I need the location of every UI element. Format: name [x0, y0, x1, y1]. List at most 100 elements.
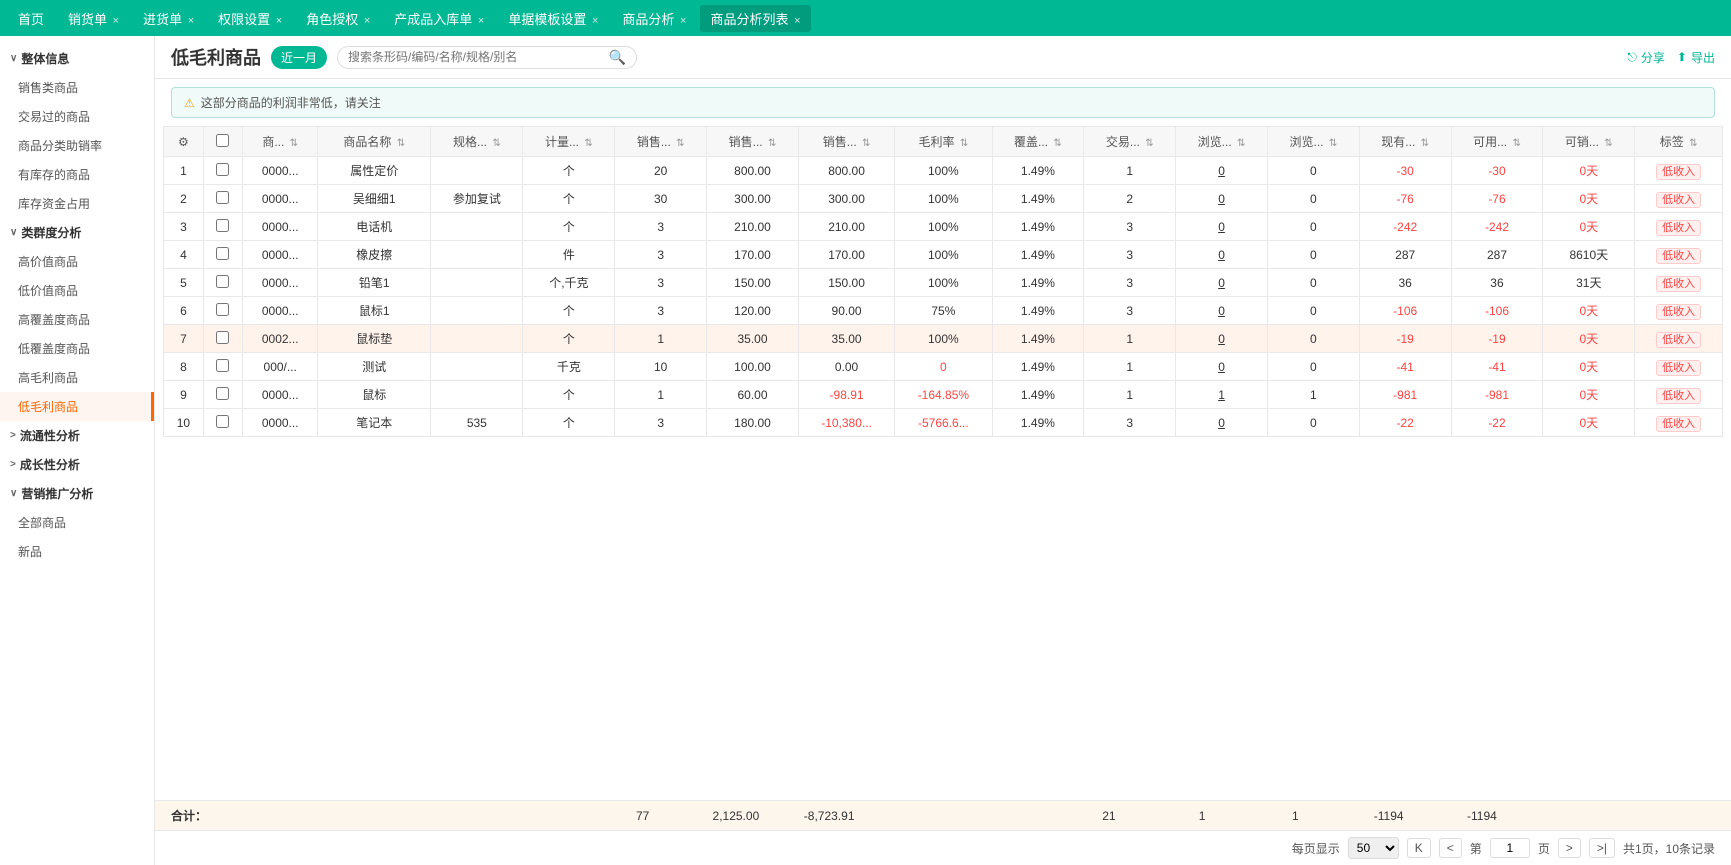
sidebar-item-stock-capital[interactable]: 库存资金占用	[0, 189, 154, 218]
col-sale-profit[interactable]: 销售... ⇅	[798, 127, 894, 157]
row-select-checkbox[interactable]	[216, 359, 229, 372]
export-button[interactable]: ⬆ 导出	[1677, 49, 1715, 66]
nav-item-product-list[interactable]: 商品分析列表 ×	[700, 5, 810, 32]
nav-item-role[interactable]: 角色授权 ×	[296, 5, 380, 32]
sidebar-item-high-margin[interactable]: 高毛利商品	[0, 363, 154, 392]
row-checkbox[interactable]	[203, 269, 242, 297]
row-view1[interactable]: 0	[1176, 213, 1268, 241]
sidebar-group-marketing[interactable]: ∨ 营销推广分析	[0, 479, 154, 508]
nav-item-product-analysis[interactable]: 商品分析 ×	[612, 5, 696, 32]
col-spec[interactable]: 规格... ⇅	[431, 127, 523, 157]
row-view1[interactable]: 0	[1176, 157, 1268, 185]
col-usable-stock[interactable]: 可用... ⇅	[1451, 127, 1543, 157]
col-view1[interactable]: 浏览... ⇅	[1176, 127, 1268, 157]
col-unit[interactable]: 计量... ⇅	[523, 127, 615, 157]
col-view2[interactable]: 浏览... ⇅	[1267, 127, 1359, 157]
row-select-checkbox[interactable]	[216, 331, 229, 344]
nav-close-purchase[interactable]: ×	[188, 15, 194, 27]
row-select-checkbox[interactable]	[216, 247, 229, 260]
col-sale-count[interactable]: 销售... ⇅	[615, 127, 707, 157]
sidebar-item-category-rate[interactable]: 商品分类助销率	[0, 131, 154, 160]
nav-item-purchase[interactable]: 进货单 ×	[133, 5, 204, 32]
col-saleable-days[interactable]: 可销... ⇅	[1543, 127, 1635, 157]
row-select-checkbox[interactable]	[216, 219, 229, 232]
nav-item-sales[interactable]: 销货单 ×	[58, 5, 129, 32]
sidebar-group-cluster[interactable]: ∨ 类群度分析	[0, 218, 154, 247]
row-view1[interactable]: 0	[1176, 409, 1268, 437]
row-checkbox[interactable]	[203, 213, 242, 241]
sidebar-item-traded-products[interactable]: 交易过的商品	[0, 102, 154, 131]
search-icon[interactable]: 🔍	[609, 49, 626, 66]
nav-close-sales[interactable]: ×	[113, 15, 119, 27]
row-select-checkbox[interactable]	[216, 163, 229, 176]
sidebar-item-high-coverage[interactable]: 高覆盖度商品	[0, 305, 154, 334]
nav-close-product-list[interactable]: ×	[794, 15, 800, 27]
row-view1[interactable]: 0	[1176, 269, 1268, 297]
page-input[interactable]	[1490, 838, 1530, 858]
row-view1[interactable]: 0	[1176, 325, 1268, 353]
col-gross-margin[interactable]: 毛利率 ⇅	[895, 127, 992, 157]
col-code[interactable]: 商... ⇅	[243, 127, 318, 157]
col-transaction[interactable]: 交易... ⇅	[1084, 127, 1176, 157]
nav-item-home[interactable]: 首页	[8, 5, 54, 32]
sidebar-item-all-products[interactable]: 全部商品	[0, 508, 154, 537]
row-checkbox[interactable]	[203, 325, 242, 353]
nav-item-template[interactable]: 单据模板设置 ×	[498, 5, 608, 32]
col-checkbox[interactable]	[203, 127, 242, 157]
period-button[interactable]: 近一月	[271, 46, 327, 69]
row-select-checkbox[interactable]	[216, 191, 229, 204]
col-name[interactable]: 商品名称 ⇅	[318, 127, 431, 157]
nav-item-permission[interactable]: 权限设置 ×	[208, 5, 292, 32]
search-input[interactable]	[348, 50, 609, 64]
row-sale-price: 170.00	[707, 241, 799, 269]
first-page-button[interactable]: K	[1407, 838, 1431, 858]
sidebar-item-low-margin[interactable]: 低毛利商品	[0, 392, 154, 421]
nav-close-template[interactable]: ×	[592, 15, 598, 27]
row-checkbox[interactable]	[203, 157, 242, 185]
nav-close-product-analysis[interactable]: ×	[680, 15, 686, 27]
last-page-button[interactable]: >|	[1589, 838, 1615, 858]
col-sale-price[interactable]: 销售... ⇅	[707, 127, 799, 157]
row-select-checkbox[interactable]	[216, 415, 229, 428]
select-all-checkbox[interactable]	[216, 134, 229, 147]
share-button[interactable]: ⎋ 分享	[1627, 49, 1665, 66]
row-checkbox[interactable]	[203, 185, 242, 213]
sidebar-group-general[interactable]: ∨ 整体信息	[0, 44, 154, 73]
row-checkbox[interactable]	[203, 353, 242, 381]
row-select-checkbox[interactable]	[216, 387, 229, 400]
sidebar-item-high-value[interactable]: 高价值商品	[0, 247, 154, 276]
row-checkbox[interactable]	[203, 381, 242, 409]
prev-page-button[interactable]: <	[1439, 838, 1462, 858]
row-no: 6	[164, 297, 204, 325]
nav-close-permission[interactable]: ×	[276, 15, 282, 27]
sidebar-item-low-coverage[interactable]: 低覆盖度商品	[0, 334, 154, 363]
table-container[interactable]: ⚙ 商... ⇅ 商品名称 ⇅ 规格... ⇅ 计量... ⇅ 销售... ⇅ …	[155, 126, 1731, 800]
sidebar-item-sales-products[interactable]: 销售类商品	[0, 73, 154, 102]
col-current-stock[interactable]: 现有... ⇅	[1359, 127, 1451, 157]
per-page-select[interactable]: 50 100 200	[1348, 837, 1399, 859]
row-code: 0002...	[243, 325, 318, 353]
sidebar-item-stocked-products[interactable]: 有库存的商品	[0, 160, 154, 189]
row-checkbox[interactable]	[203, 241, 242, 269]
row-view1[interactable]: 0	[1176, 353, 1268, 381]
sidebar-group-flow[interactable]: > 流通性分析	[0, 421, 154, 450]
col-coverage[interactable]: 覆盖... ⇅	[992, 127, 1084, 157]
row-checkbox[interactable]	[203, 297, 242, 325]
nav-close-role[interactable]: ×	[364, 15, 370, 27]
row-checkbox[interactable]	[203, 409, 242, 437]
row-select-checkbox[interactable]	[216, 303, 229, 316]
row-view1[interactable]: 1	[1176, 381, 1268, 409]
next-page-button[interactable]: >	[1558, 838, 1581, 858]
sidebar-item-low-value[interactable]: 低价值商品	[0, 276, 154, 305]
col-settings[interactable]: ⚙	[164, 127, 204, 157]
row-no: 5	[164, 269, 204, 297]
row-view1[interactable]: 0	[1176, 185, 1268, 213]
sidebar-group-growth[interactable]: > 成长性分析	[0, 450, 154, 479]
row-view1[interactable]: 0	[1176, 297, 1268, 325]
nav-close-product-in[interactable]: ×	[478, 15, 484, 27]
nav-item-product-in[interactable]: 产成品入库单 ×	[384, 5, 494, 32]
col-tag[interactable]: 标签 ⇅	[1635, 127, 1723, 157]
row-view1[interactable]: 0	[1176, 241, 1268, 269]
row-select-checkbox[interactable]	[216, 275, 229, 288]
sidebar-item-new-products[interactable]: 新品	[0, 537, 154, 566]
